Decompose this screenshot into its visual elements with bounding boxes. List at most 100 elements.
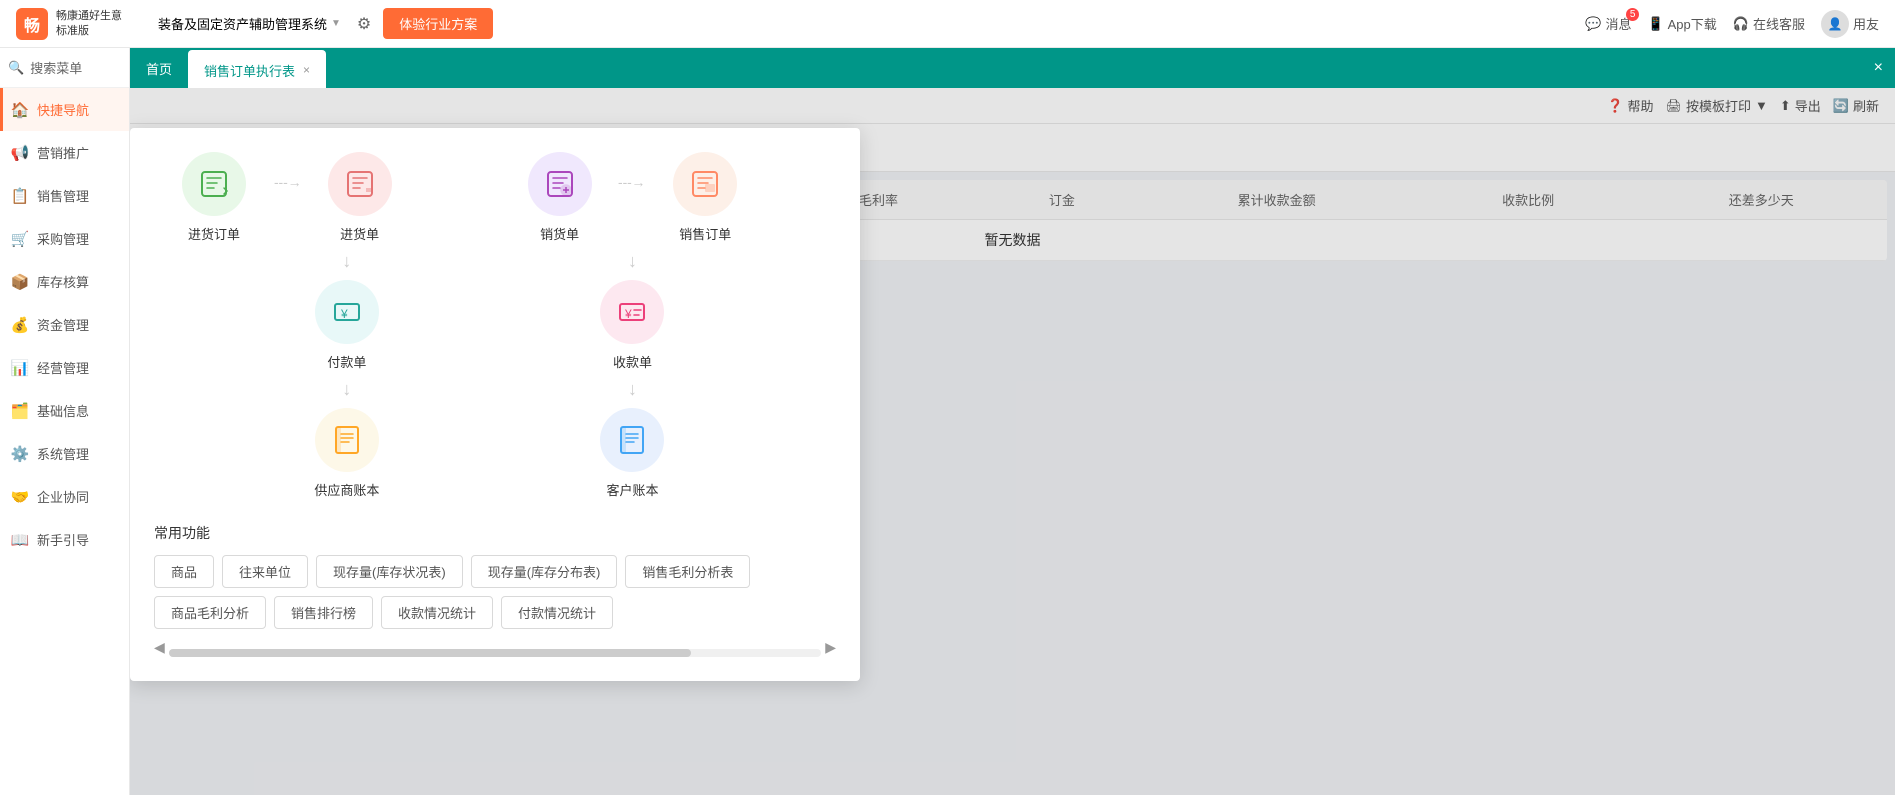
sales-row: 销货单 ← - - - xyxy=(500,152,766,243)
sidebar-item-label: 采购管理 xyxy=(37,229,89,248)
sales-bill-label: 销货单 xyxy=(540,224,579,243)
func-btn[interactable]: 现存量(库存状况表) xyxy=(316,555,463,588)
sidebar-search[interactable]: 🔍 搜索菜单 xyxy=(0,48,129,88)
logo-icon: 畅 xyxy=(16,8,48,40)
sidebar-item-quick-nav[interactable]: 🏠 快捷导航 xyxy=(0,88,129,131)
app-download-button[interactable]: 📱 App下载 xyxy=(1647,14,1716,33)
customer-ledger-node[interactable]: 客户账本 xyxy=(572,408,692,499)
receipt-bill-circle: ¥ xyxy=(600,280,664,344)
scroll-right-icon[interactable]: ▶ xyxy=(825,639,836,656)
quick-nav-overlay[interactable]: 进货订单 - - - → xyxy=(130,88,1895,795)
sidebar-item-newbie[interactable]: 📖 新手引导 xyxy=(0,518,129,561)
sales-icon: 📋 xyxy=(11,187,29,205)
sales-order-label: 销售订单 xyxy=(679,224,731,243)
system-title: 装备及固定资产辅助管理系统 xyxy=(158,14,327,33)
try-button[interactable]: 体验行业方案 xyxy=(383,8,493,39)
purchase-order-label: 进货订单 xyxy=(188,224,240,243)
sidebar-item-label: 基础信息 xyxy=(37,401,89,420)
supplier-ledger-node[interactable]: 供应商账本 xyxy=(287,408,407,499)
tab-bar: 首页 销售订单执行表 × × xyxy=(130,48,1895,88)
settings-icon[interactable]: ⚙ xyxy=(357,14,371,34)
content-area: 首页 销售订单执行表 × × ❓ 帮助 � xyxy=(130,48,1895,795)
func-btn[interactable]: 现存量(库存分布表) xyxy=(471,555,618,588)
sidebar-item-operations[interactable]: 📊 经营管理 xyxy=(0,346,129,389)
flow-group-right: 销货单 ← - - - xyxy=(500,152,766,499)
user-menu[interactable]: 👤 用友 xyxy=(1821,10,1879,38)
arrow-sales-down: ↓ xyxy=(600,251,664,272)
scroll-left-icon[interactable]: ◀ xyxy=(154,639,165,656)
headset-icon: 🎧 xyxy=(1733,16,1749,32)
sidebar-item-inventory[interactable]: 📦 库存核算 xyxy=(0,260,129,303)
sales-bill-circle xyxy=(528,152,592,216)
system-icon: ⚙️ xyxy=(11,445,29,463)
sales-order-node[interactable]: 销售订单 xyxy=(645,152,765,243)
customer-ledger-circle xyxy=(600,408,664,472)
sidebar-item-label: 营销推广 xyxy=(37,143,89,162)
supplier-ledger-circle xyxy=(315,408,379,472)
purchase-icon: 🛒 xyxy=(11,230,29,248)
tab-sales-execution[interactable]: 销售订单执行表 × xyxy=(188,50,326,90)
sidebar-item-basics[interactable]: 🗂️ 基础信息 xyxy=(0,389,129,432)
payment-bill-node[interactable]: ¥ 付款单 xyxy=(287,280,407,371)
sidebar-item-purchase[interactable]: 🛒 采购管理 xyxy=(0,217,129,260)
top-right-actions: 💬 消息 5 📱 App下载 🎧 在线客服 👤 用友 xyxy=(1585,10,1879,38)
top-bar: 畅 畅康通好生意 标准版 装备及固定资产辅助管理系统 ▼ ⚙ 体验行业方案 💬 … xyxy=(0,0,1895,48)
tab-home[interactable]: 首页 xyxy=(130,48,188,88)
func-btn[interactable]: 付款情况统计 xyxy=(501,596,613,629)
func-btn[interactable]: 商品毛利分析 xyxy=(154,596,266,629)
sidebar-item-collab[interactable]: 🤝 企业协同 xyxy=(0,475,129,518)
func-btn[interactable]: 往来单位 xyxy=(222,555,308,588)
logo-area: 畅 畅康通好生意 标准版 xyxy=(16,8,146,40)
sidebar-item-label: 经营管理 xyxy=(37,358,89,377)
purchase-row: 进货订单 - - - → xyxy=(154,152,420,243)
phone-icon: 📱 xyxy=(1647,16,1663,32)
tab-close-icon[interactable]: × xyxy=(303,63,310,77)
sidebar-item-marketing[interactable]: 📢 营销推广 xyxy=(0,131,129,174)
receipt-bill-label: 收款单 xyxy=(613,352,652,371)
avatar: 👤 xyxy=(1821,10,1849,38)
logo-text: 畅康通好生意 标准版 xyxy=(56,9,122,38)
sidebar-item-system[interactable]: ⚙️ 系统管理 xyxy=(0,432,129,475)
search-icon: 🔍 xyxy=(8,60,24,76)
basics-icon: 🗂️ xyxy=(11,402,29,420)
payment-bill-circle: ¥ xyxy=(315,280,379,344)
message-icon: 💬 xyxy=(1585,16,1601,32)
sidebar-item-label: 新手引导 xyxy=(37,530,89,549)
panel-scrollbar[interactable] xyxy=(169,649,821,657)
func-btn[interactable]: 销售排行榜 xyxy=(274,596,373,629)
system-title-dropdown[interactable]: 装备及固定资产辅助管理系统 ▼ xyxy=(158,14,341,33)
flow-diagram: 进货订单 - - - → xyxy=(154,152,836,499)
online-service-button[interactable]: 🎧 在线客服 xyxy=(1733,14,1805,33)
arrow-sales-order-to-bill: ← - - - xyxy=(620,174,646,222)
finance-icon: 💰 xyxy=(11,316,29,334)
arrow-payment-down: ↓ xyxy=(315,379,379,400)
sidebar: 🔍 搜索菜单 🏠 快捷导航 📢 营销推广 📋 销售管理 🛒 采购管理 📦 库存核… xyxy=(0,48,130,795)
message-button[interactable]: 💬 消息 5 xyxy=(1585,14,1631,33)
operations-icon: 📊 xyxy=(11,359,29,377)
panel-scroll-row: ◀ ▶ xyxy=(154,637,836,657)
sales-bill-node[interactable]: 销货单 xyxy=(500,152,620,243)
svg-text:¥: ¥ xyxy=(340,307,348,321)
message-badge: 5 xyxy=(1626,8,1640,21)
func-buttons-container: 商品往来单位现存量(库存状况表)现存量(库存分布表)销售毛利分析表商品毛利分析销… xyxy=(154,555,836,629)
customer-ledger-label: 客户账本 xyxy=(606,480,658,499)
sidebar-items-container: 🏠 快捷导航 📢 营销推广 📋 销售管理 🛒 采购管理 📦 库存核算 💰 资金管… xyxy=(0,88,129,561)
supplier-ledger-label: 供应商账本 xyxy=(314,480,379,499)
func-btn[interactable]: 商品 xyxy=(154,555,214,588)
sidebar-item-label: 企业协同 xyxy=(37,487,89,506)
sidebar-item-label: 资金管理 xyxy=(37,315,89,334)
sidebar-item-label: 快捷导航 xyxy=(37,100,89,119)
purchase-bill-node[interactable]: 进货单 xyxy=(300,152,420,243)
tab-bar-close-icon[interactable]: × xyxy=(1862,59,1895,77)
sidebar-item-label: 库存核算 xyxy=(37,272,89,291)
sidebar-item-label: 系统管理 xyxy=(37,444,89,463)
sidebar-item-sales[interactable]: 📋 销售管理 xyxy=(0,174,129,217)
receipt-bill-node[interactable]: ¥ 收款单 xyxy=(572,280,692,371)
sidebar-item-finance[interactable]: 💰 资金管理 xyxy=(0,303,129,346)
purchase-order-node[interactable]: 进货订单 xyxy=(154,152,274,243)
func-btn[interactable]: 销售毛利分析表 xyxy=(625,555,750,588)
func-btn[interactable]: 收款情况统计 xyxy=(381,596,493,629)
common-functions: 常用功能 商品往来单位现存量(库存状况表)现存量(库存分布表)销售毛利分析表商品… xyxy=(154,523,836,629)
page-content: ❓ 帮助 🖨 按模板打印 ▼ ⬆ 导出 🔄 xyxy=(130,88,1895,795)
purchase-bill-circle xyxy=(328,152,392,216)
